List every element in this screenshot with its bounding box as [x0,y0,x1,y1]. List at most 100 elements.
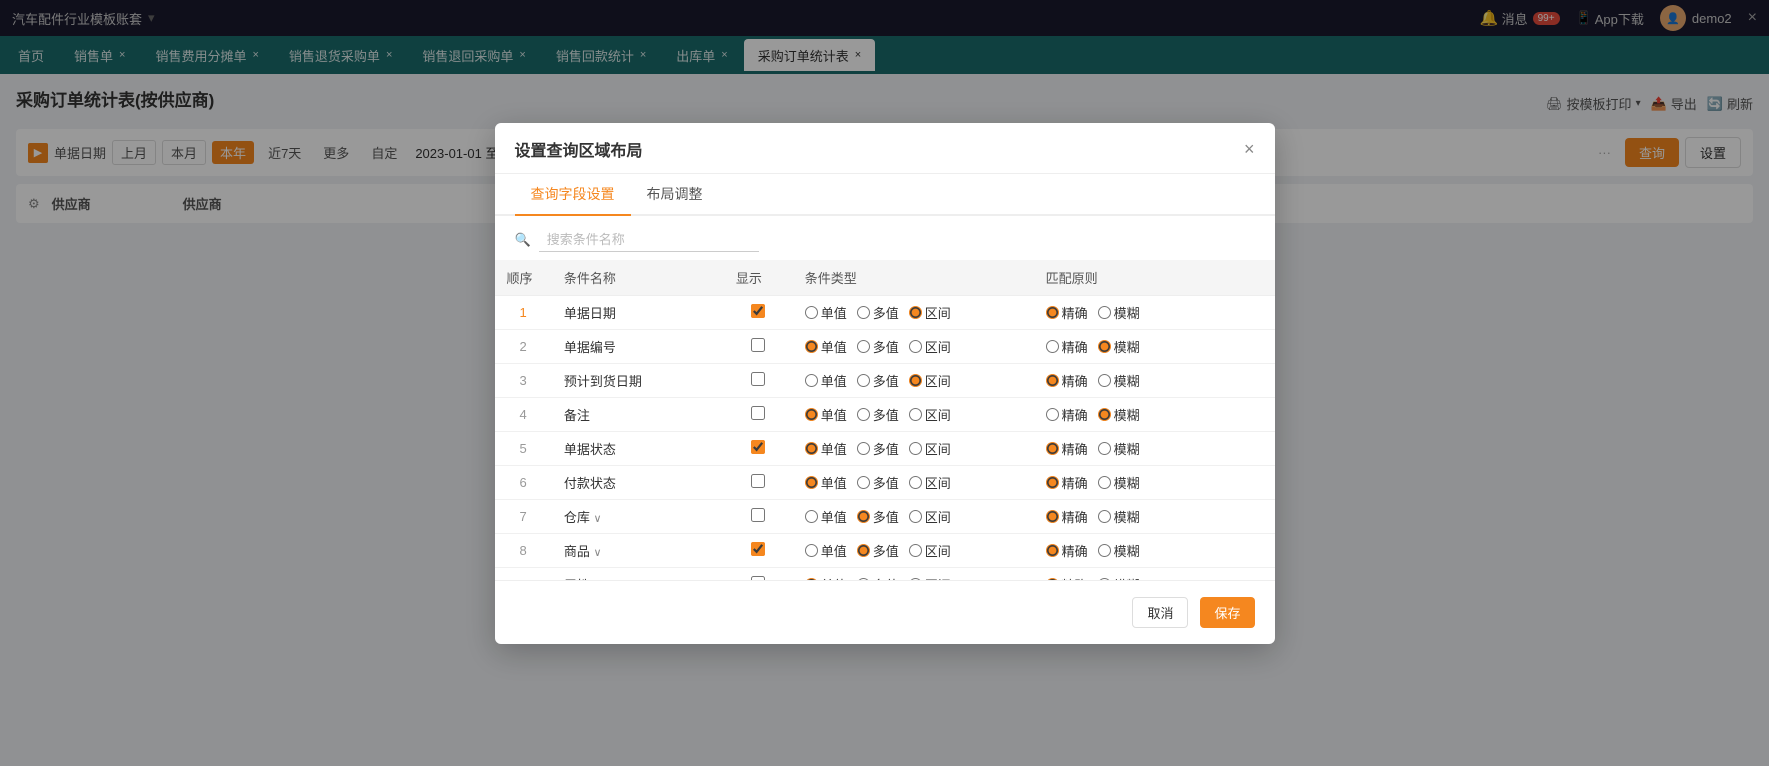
match-radio-label[interactable]: 精确 [1046,541,1088,560]
show-checkbox[interactable] [751,338,765,352]
type-radio[interactable] [805,442,818,455]
type-radio[interactable] [857,544,870,557]
type-radio[interactable] [805,476,818,489]
type-radio-label[interactable]: 单值 [805,337,847,356]
match-radio-label[interactable]: 模糊 [1098,337,1140,356]
type-radio[interactable] [805,510,818,523]
match-radio-label[interactable]: 模糊 [1098,507,1140,526]
type-radio[interactable] [857,442,870,455]
type-radio[interactable] [805,306,818,319]
type-radio-label[interactable]: 区间 [909,439,951,458]
type-radio-label[interactable]: 多值 [857,439,899,458]
type-radio-group: 单值多值区间 [805,541,1022,560]
cancel-button[interactable]: 取消 [1132,597,1188,628]
show-checkbox[interactable] [751,508,765,522]
show-checkbox[interactable] [751,406,765,420]
match-radio[interactable] [1046,476,1059,489]
type-radio[interactable] [909,476,922,489]
type-radio-label[interactable]: 单值 [805,541,847,560]
show-checkbox[interactable] [751,474,765,488]
match-radio-label[interactable]: 精确 [1046,507,1088,526]
match-radio[interactable] [1098,442,1111,455]
match-radio-label[interactable]: 精确 [1046,303,1088,322]
type-radio[interactable] [909,340,922,353]
type-radio-label[interactable]: 多值 [857,371,899,390]
match-radio[interactable] [1098,510,1111,523]
type-radio-label[interactable]: 多值 [857,405,899,424]
match-radio-label[interactable]: 模糊 [1098,541,1140,560]
show-checkbox[interactable] [751,542,765,556]
type-radio[interactable] [909,510,922,523]
show-checkbox[interactable] [751,372,765,386]
search-input[interactable] [539,228,759,252]
type-radio-label[interactable]: 多值 [857,303,899,322]
type-radio[interactable] [857,408,870,421]
dialog-tab-layout-adjust[interactable]: 布局调整 [631,174,719,216]
match-radio[interactable] [1098,340,1111,353]
dialog-tab-field-settings[interactable]: 查询字段设置 [515,174,631,216]
type-radio[interactable] [909,544,922,557]
type-radio-label[interactable]: 区间 [909,303,951,322]
type-radio-label[interactable]: 单值 [805,439,847,458]
row-field-name: 商品 ∨ [552,533,724,567]
type-radio[interactable] [857,374,870,387]
match-radio[interactable] [1046,442,1059,455]
type-radio[interactable] [805,544,818,557]
match-radio-label[interactable]: 模糊 [1098,405,1140,424]
match-radio[interactable] [1046,306,1059,319]
type-radio-label[interactable]: 单值 [805,371,847,390]
match-radio[interactable] [1046,340,1059,353]
match-radio[interactable] [1098,476,1111,489]
type-radio-label[interactable]: 单值 [805,405,847,424]
match-radio-label[interactable]: 模糊 [1098,371,1140,390]
type-radio[interactable] [805,340,818,353]
type-radio[interactable] [805,408,818,421]
match-radio-label[interactable]: 精确 [1046,439,1088,458]
type-radio[interactable] [805,374,818,387]
type-radio-label[interactable]: 区间 [909,473,951,492]
type-radio[interactable] [909,306,922,319]
match-radio-label[interactable]: 精确 [1046,371,1088,390]
type-radio-label[interactable]: 区间 [909,405,951,424]
type-radio[interactable] [909,374,922,387]
match-radio-label[interactable]: 精确 [1046,473,1088,492]
type-radio[interactable] [857,510,870,523]
match-radio-group: 精确模糊 [1046,405,1263,424]
match-radio[interactable] [1046,408,1059,421]
match-radio-label[interactable]: 模糊 [1098,439,1140,458]
type-radio[interactable] [857,476,870,489]
match-radio-label[interactable]: 模糊 [1098,473,1140,492]
type-radio-label[interactable]: 区间 [909,507,951,526]
match-radio[interactable] [1098,374,1111,387]
type-radio-label[interactable]: 区间 [909,541,951,560]
type-radio[interactable] [909,408,922,421]
dialog-close-btn[interactable]: × [1244,140,1255,158]
match-radio[interactable] [1046,544,1059,557]
type-radio[interactable] [857,340,870,353]
match-radio[interactable] [1098,306,1111,319]
row-match-cell: 精确模糊 [1034,533,1275,567]
type-radio[interactable] [909,442,922,455]
match-radio[interactable] [1046,374,1059,387]
match-radio[interactable] [1098,544,1111,557]
type-radio-label[interactable]: 区间 [909,337,951,356]
type-radio-label[interactable]: 多值 [857,541,899,560]
type-radio-label[interactable]: 多值 [857,507,899,526]
show-checkbox[interactable] [751,304,765,318]
type-radio-label[interactable]: 单值 [805,303,847,322]
type-radio-label[interactable]: 多值 [857,473,899,492]
match-radio-label[interactable]: 精确 [1046,405,1088,424]
type-radio-label[interactable]: 区间 [909,371,951,390]
match-radio[interactable] [1046,510,1059,523]
type-radio-label[interactable]: 单值 [805,507,847,526]
show-checkbox[interactable] [751,440,765,454]
type-radio-label[interactable]: 单值 [805,473,847,492]
save-button[interactable]: 保存 [1200,597,1254,628]
match-radio-label[interactable]: 精确 [1046,337,1088,356]
row-field-name: 属性 ∨ [552,567,724,580]
type-radio[interactable] [857,306,870,319]
type-radio-label[interactable]: 多值 [857,337,899,356]
match-radio[interactable] [1098,408,1111,421]
col-header-show: 显示 [724,260,793,296]
match-radio-label[interactable]: 模糊 [1098,303,1140,322]
